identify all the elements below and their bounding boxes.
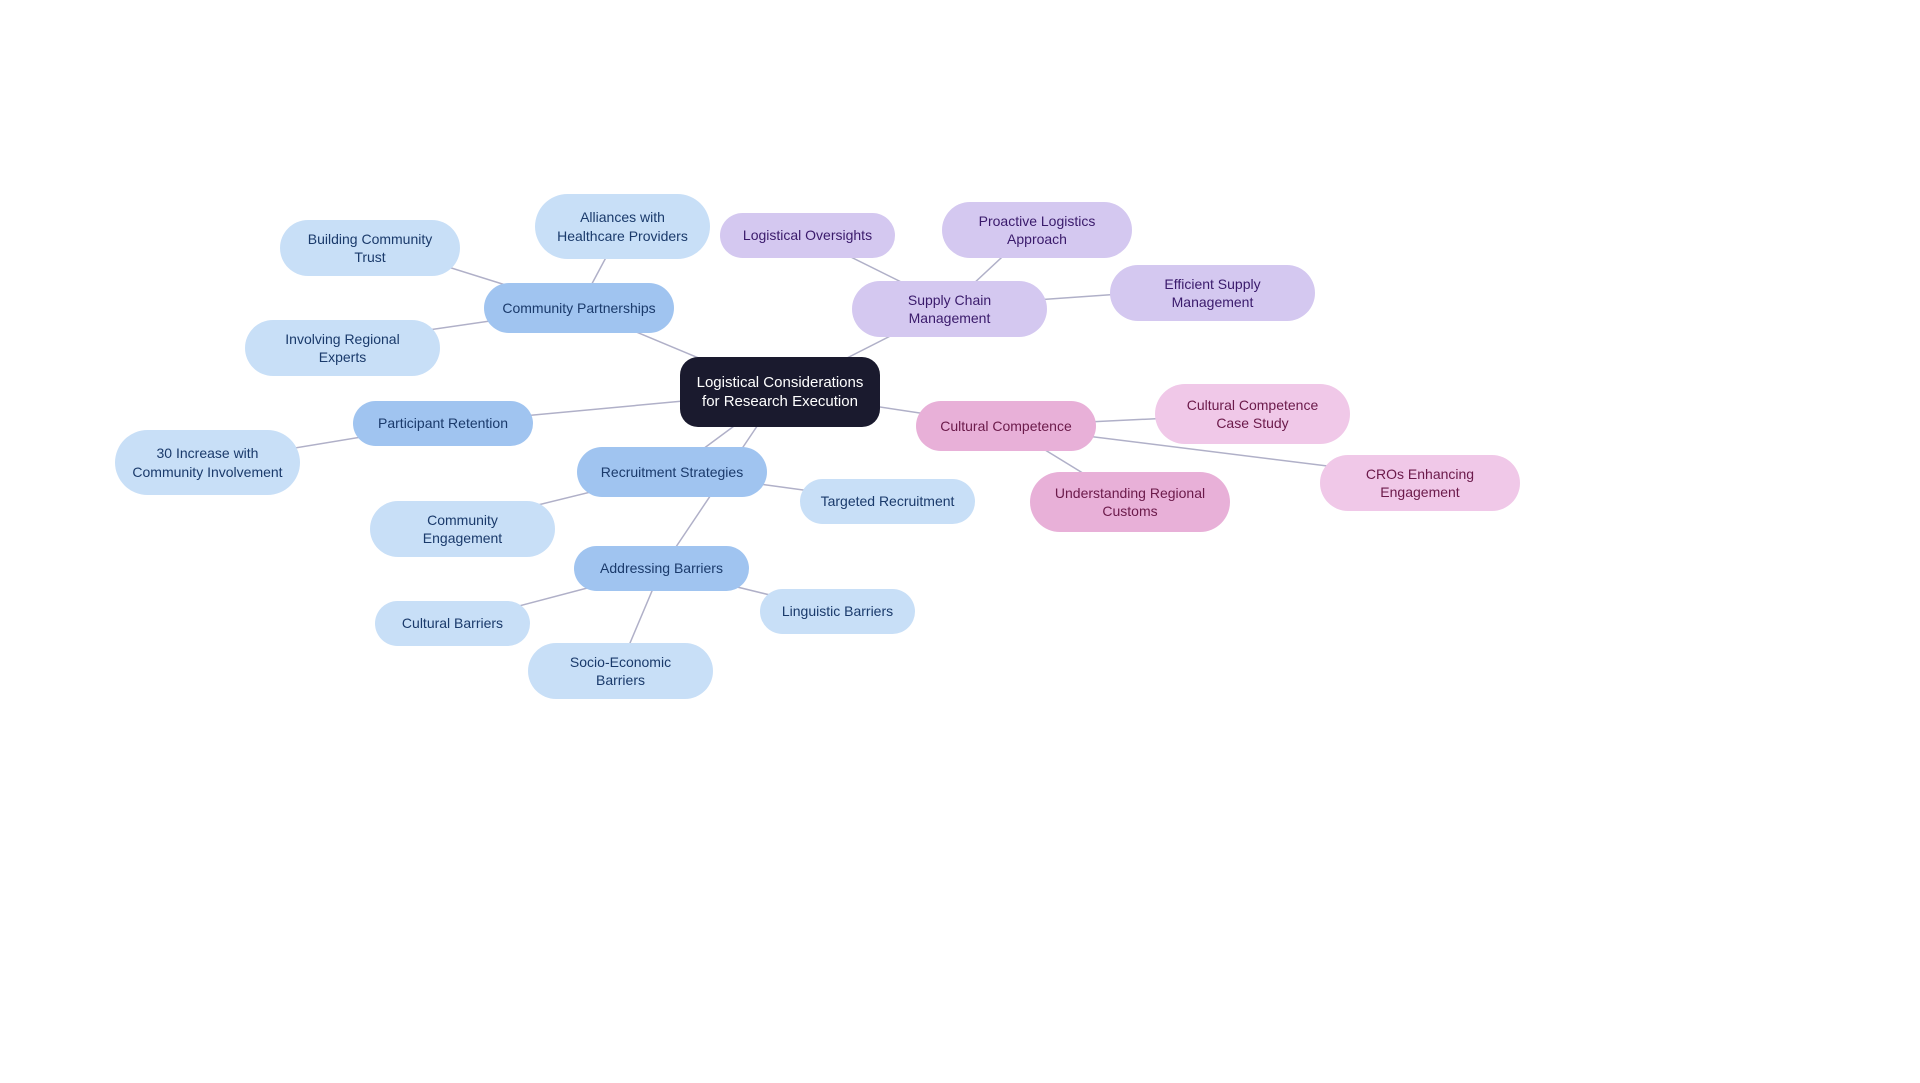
node-cultural-barriers: Cultural Barriers (375, 601, 530, 646)
node-alliances-healthcare: Alliances with Healthcare Providers (535, 194, 710, 259)
connections-svg (0, 0, 1920, 1083)
node-building-community-trust: Building Community Trust (280, 220, 460, 276)
node-proactive-logistics: Proactive Logistics Approach (942, 202, 1132, 258)
node-supply-chain: Supply Chain Management (852, 281, 1047, 337)
node-understanding-regional: Understanding Regional Customs (1030, 472, 1230, 532)
node-involving-regional: Involving Regional Experts (245, 320, 440, 376)
mindmap-container: Logistical Considerations for Research E… (0, 0, 1920, 1083)
node-participant-retention: Participant Retention (353, 401, 533, 446)
node-cros-enhancing: CROs Enhancing Engagement (1320, 455, 1520, 511)
node-socio-economic: Socio-Economic Barriers (528, 643, 713, 699)
node-cultural-case-study: Cultural Competence Case Study (1155, 384, 1350, 444)
node-cultural-competence: Cultural Competence (916, 401, 1096, 451)
node-logistical-oversights: Logistical Oversights (720, 213, 895, 258)
center-node: Logistical Considerations for Research E… (680, 357, 880, 427)
node-community-engagement: Community Engagement (370, 501, 555, 557)
node-community-partnerships: Community Partnerships (484, 283, 674, 333)
node-linguistic-barriers: Linguistic Barriers (760, 589, 915, 634)
node-efficient-supply: Efficient Supply Management (1110, 265, 1315, 321)
node-30-increase: 30 Increase with Community Involvement (115, 430, 300, 495)
node-targeted-recruitment: Targeted Recruitment (800, 479, 975, 524)
node-addressing-barriers: Addressing Barriers (574, 546, 749, 591)
node-recruitment-strategies: Recruitment Strategies (577, 447, 767, 497)
